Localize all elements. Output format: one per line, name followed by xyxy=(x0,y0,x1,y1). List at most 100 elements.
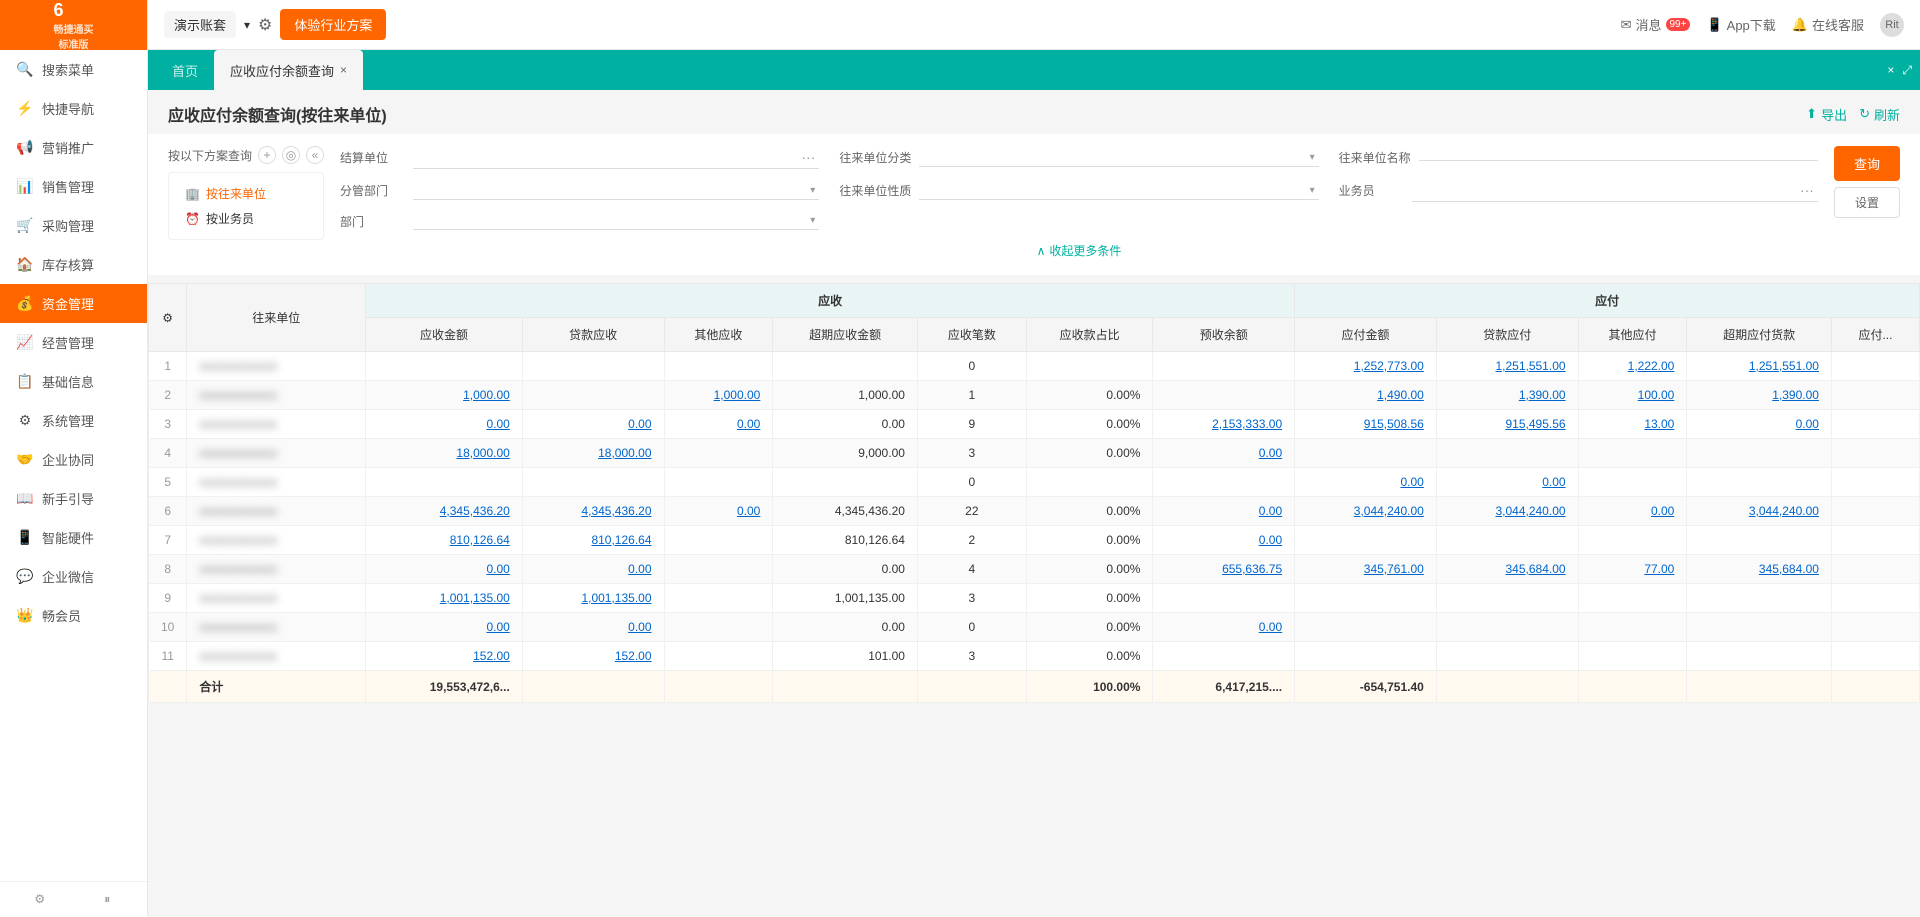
app-download-btn[interactable]: 📱 App下载 xyxy=(1706,15,1775,34)
col-settings-header[interactable]: ⚙ xyxy=(149,284,187,352)
footer-yf-overdue xyxy=(1687,671,1832,703)
filter-add-icon[interactable]: + xyxy=(258,146,276,164)
salesperson-input[interactable]: ··· xyxy=(1412,179,1818,202)
cell-ys-count-3: 3 xyxy=(917,439,1026,468)
jiesuan-unit-input[interactable]: ··· xyxy=(413,146,819,169)
fenguan-select[interactable]: ▾ xyxy=(413,182,819,200)
sidebar-item-系统管理[interactable]: ⚙系统管理 xyxy=(0,401,147,440)
page-content: 应收应付余额查询(按往来单位) ⬆ 导出 ↻ 刷新 xyxy=(148,90,1920,917)
cell-yf-loan-10 xyxy=(1436,642,1578,671)
cell-rownum-10: 11 xyxy=(149,642,187,671)
sidebar-icon-9: ⚙ xyxy=(16,412,34,429)
company-selector[interactable]: 演示账套 xyxy=(164,11,236,38)
cell-rownum-9: 10 xyxy=(149,613,187,642)
topbar-chevron-icon[interactable]: ▾ xyxy=(244,18,250,32)
sidebar-item-智能硬件[interactable]: 📱智能硬件 xyxy=(0,518,147,557)
footer-ys-loan xyxy=(522,671,664,703)
sidebar-item-销售管理[interactable]: 📊销售管理 xyxy=(0,167,147,206)
cell-ys-overdue-10: 101.00 xyxy=(773,642,918,671)
table-row: 2 xxxxxxxxxxxxx 1,000.00 1,000.00 1,000.… xyxy=(149,381,1920,410)
footer-yf-loan xyxy=(1436,671,1578,703)
collapse-area: ∧ 收起更多条件 xyxy=(340,238,1818,263)
cell-ys-count-1: 1 xyxy=(917,381,1026,410)
cell-ys-prepay-5: 0.00 xyxy=(1153,497,1295,526)
cell-partner-2: xxxxxxxxxxxxx xyxy=(187,410,366,439)
cell-yf-amount-5: 3,044,240.00 xyxy=(1295,497,1437,526)
filter-edit-icon[interactable]: ◎ xyxy=(282,146,300,164)
sidebar-item-快捷导航[interactable]: ⚡快捷导航 xyxy=(0,89,147,128)
sidebar-label-14: 畅会员 xyxy=(42,606,81,625)
fenguan-chevron: ▾ xyxy=(810,185,815,196)
jiesuan-dots[interactable]: ··· xyxy=(801,149,815,165)
filter-collapse-icon[interactable]: « xyxy=(306,146,324,164)
table-settings-icon[interactable]: ⚙ xyxy=(162,311,173,325)
setting-btn[interactable]: 设置 xyxy=(1834,187,1900,218)
salesperson-dots[interactable]: ··· xyxy=(1800,182,1814,198)
filter-col-laiwan-name: 往来单位名称 xyxy=(1339,146,1818,169)
sidebar-item-资金管理[interactable]: 💰资金管理 xyxy=(0,284,147,323)
cell-yf-amount-0: 1,252,773.00 xyxy=(1295,352,1437,381)
cell-ys-other-2: 0.00 xyxy=(664,410,773,439)
sidebar-item-经营管理[interactable]: 📈经营管理 xyxy=(0,323,147,362)
filter-nav-by-unit[interactable]: 🏢 按往来单位 xyxy=(177,181,315,206)
sidebar-item-营销推广[interactable]: 📢营销推广 xyxy=(0,128,147,167)
cell-ys-prepay-8 xyxy=(1153,584,1295,613)
cell-ys-amount-2: 0.00 xyxy=(366,410,523,439)
topbar-right: ✉ 消息 99+ 📱 App下载 🔔 在线客服 Rit xyxy=(1621,13,1904,37)
cell-yf-overdue-2: 0.00 xyxy=(1687,410,1832,439)
sidebar-item-畅会员[interactable]: 👑畅会员 xyxy=(0,596,147,635)
filter-nav-by-salesperson[interactable]: ⏰ 按业务员 xyxy=(177,206,315,231)
sidebar-item-搜索菜单[interactable]: 🔍搜索菜单 xyxy=(0,50,147,89)
page-header: 应收应付余额查询(按往来单位) ⬆ 导出 ↻ 刷新 xyxy=(148,90,1920,134)
app-logo: 6 畅捷通买 标准版 xyxy=(0,0,147,50)
cell-yf-loan-2: 915,495.56 xyxy=(1436,410,1578,439)
tab-receivable-query[interactable]: 应收应付余额查询 × xyxy=(214,50,363,90)
cell-ys-other-1: 1,000.00 xyxy=(664,381,773,410)
cell-yf-14-2 xyxy=(1831,410,1919,439)
tabbar: 首页 应收应付余额查询 × × ⤢ xyxy=(148,50,1920,90)
footer-ys-other xyxy=(664,671,773,703)
tab-close-icon[interactable]: × xyxy=(340,63,347,77)
industry-solution-btn[interactable]: 体验行业方案 xyxy=(280,9,386,40)
cell-yf-other-8 xyxy=(1578,584,1687,613)
cell-ys-other-8 xyxy=(664,584,773,613)
cell-ys-loan-0 xyxy=(522,352,664,381)
refresh-btn[interactable]: ↻ 刷新 xyxy=(1859,105,1900,124)
laiwan-cat-select[interactable]: ▾ xyxy=(919,149,1318,167)
sidebar-item-采购管理[interactable]: 🛒采购管理 xyxy=(0,206,147,245)
cell-yf-14-8 xyxy=(1831,584,1919,613)
sidebar-settings-btn[interactable]: ⚙ xyxy=(10,892,70,907)
sidebar-item-基础信息[interactable]: 📋基础信息 xyxy=(0,362,147,401)
user-profile-btn[interactable]: Rit xyxy=(1880,13,1904,37)
cell-ys-loan-2: 0.00 xyxy=(522,410,664,439)
export-btn[interactable]: ⬆ 导出 xyxy=(1806,105,1847,124)
sidebar-item-库存核算[interactable]: 🏠库存核算 xyxy=(0,245,147,284)
tab-fullscreen-icon[interactable]: ⤢ xyxy=(1902,63,1912,78)
laiwan-name-input[interactable] xyxy=(1419,154,1818,161)
sidebar-pause-btn[interactable]: ⏸ xyxy=(78,892,138,907)
online-service-btn[interactable]: 🔔 在线客服 xyxy=(1792,15,1864,34)
dept-select[interactable]: ▾ xyxy=(413,212,819,230)
tab-home[interactable]: 首页 xyxy=(156,50,214,90)
cell-yf-overdue-8 xyxy=(1687,584,1832,613)
data-table-container: ⚙ 往来单位 应收 应付 应收金额 贷款应收 其他应收 超期应收金额 应收笔数 xyxy=(148,283,1920,703)
tabbar-actions: × ⤢ xyxy=(1887,63,1912,78)
laiwan-nature-select[interactable]: ▾ xyxy=(919,182,1318,200)
sidebar-item-新手引导[interactable]: 📖新手引导 xyxy=(0,479,147,518)
sidebar-item-企业微信[interactable]: 💬企业微信 xyxy=(0,557,147,596)
tab-window-close-icon[interactable]: × xyxy=(1887,63,1894,78)
filter-col-fenguan: 分管部门 ▾ xyxy=(340,179,819,202)
topbar-gear-icon[interactable]: ⚙ xyxy=(258,15,272,35)
col-yf-other: 其他应付 xyxy=(1578,318,1687,352)
cell-partner-0: xxxxxxxxxxxxx xyxy=(187,352,366,381)
cell-yf-other-9 xyxy=(1578,613,1687,642)
cell-ys-amount-3: 18,000.00 xyxy=(366,439,523,468)
cell-yf-other-1: 100.00 xyxy=(1578,381,1687,410)
sidebar-label-3: 销售管理 xyxy=(42,177,94,196)
sidebar-item-企业协同[interactable]: 🤝企业协同 xyxy=(0,440,147,479)
messages-btn[interactable]: ✉ 消息 99+ xyxy=(1621,15,1691,34)
query-btn[interactable]: 查询 xyxy=(1834,146,1900,181)
cell-ys-count-5: 22 xyxy=(917,497,1026,526)
collapse-btn[interactable]: ∧ 收起更多条件 xyxy=(1033,238,1126,263)
data-table: ⚙ 往来单位 应收 应付 应收金额 贷款应收 其他应收 超期应收金额 应收笔数 xyxy=(148,283,1920,703)
